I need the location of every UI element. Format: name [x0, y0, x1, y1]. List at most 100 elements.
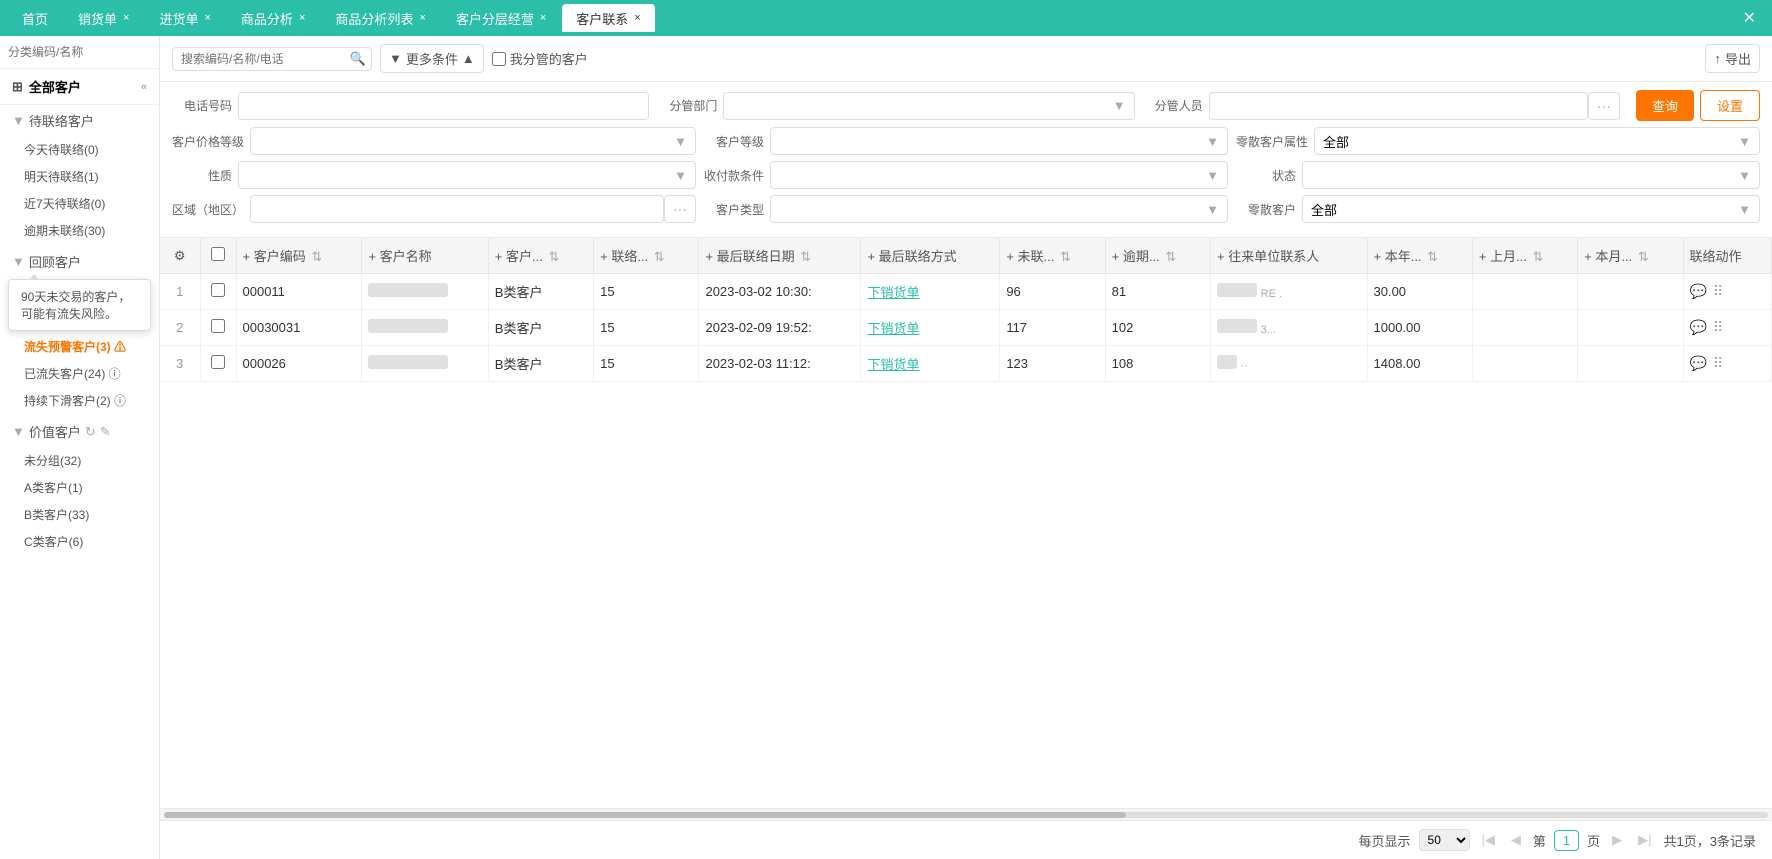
refresh-icon[interactable]: ↻	[85, 424, 96, 440]
tab-purchase[interactable]: 进货单 ×	[145, 4, 224, 32]
sidebar-group-review-title[interactable]: ▼ 回顾客户	[0, 246, 159, 277]
row-2-message-icon[interactable]: 💬	[1690, 319, 1707, 336]
row-1-check[interactable]	[200, 274, 236, 310]
sidebar-all-customers[interactable]: ⊞ 全部客户 «	[0, 69, 159, 105]
settings-button[interactable]: 设置	[1700, 90, 1760, 121]
th-this-year[interactable]: + 本年... ⇅	[1367, 238, 1472, 274]
price-level-select[interactable]: ▼	[250, 127, 696, 155]
scrollbar-thumb[interactable]	[164, 812, 1126, 818]
table-footer: 每页显示 50 100 200 |◀ ◀ 第 1 页 ▶ ▶| 共1页，3条记录	[160, 820, 1772, 859]
th-this-month[interactable]: + 本月... ⇅	[1578, 238, 1683, 274]
prev-page-button[interactable]: ◀	[1507, 830, 1525, 850]
row-3-type: B类客户	[488, 346, 593, 382]
th-settings[interactable]: ⚙	[160, 238, 200, 274]
th-code[interactable]: + 客户编码 ⇅	[236, 238, 362, 274]
row-3-last-way-link[interactable]: 下销货单	[867, 357, 919, 372]
page-label: 第	[1533, 831, 1546, 850]
data-table-container: ⚙ + 客户编码 ⇅ + 客户名称 + 客户... ⇅ + 联络... ⇅ + …	[160, 238, 1772, 808]
price-level-arrow: ▼	[674, 134, 687, 149]
th-name[interactable]: + 客户名称	[362, 238, 488, 274]
sidebar-item-class-a[interactable]: A类客户(1)	[0, 474, 159, 501]
row-1-message-icon[interactable]: 💬	[1690, 283, 1707, 300]
phone-input[interactable]	[238, 92, 649, 120]
filter-more-button[interactable]: ▼ 更多条件 ▲	[380, 44, 484, 73]
tab-home[interactable]: 首页	[8, 4, 62, 32]
region-select[interactable]	[250, 195, 664, 223]
person-select[interactable]	[1209, 92, 1588, 120]
export-button[interactable]: ↑ 导出	[1705, 44, 1760, 73]
sidebar-collapse-icon[interactable]: «	[141, 81, 147, 93]
tab-purchase-close[interactable]: ×	[204, 12, 210, 24]
row-1-checkbox[interactable]	[211, 283, 225, 297]
row-1-more-icon[interactable]: ⠿	[1713, 283, 1723, 300]
tab-analysis-list-close[interactable]: ×	[419, 12, 425, 24]
region-more-button[interactable]: ···	[664, 195, 696, 223]
customer-level-arrow: ▼	[1206, 134, 1219, 149]
row-3-checkbox[interactable]	[211, 355, 225, 369]
my-customer-checkbox[interactable]	[492, 52, 506, 66]
tab-customer-contact-close[interactable]: ×	[634, 12, 640, 24]
sidebar-item-class-b[interactable]: B类客户(33)	[0, 501, 159, 528]
search-input[interactable]	[172, 47, 372, 71]
tab-sales-close[interactable]: ×	[123, 12, 129, 24]
window-close-button[interactable]: ✕	[1735, 8, 1764, 28]
arrow-icon: ▼	[12, 113, 25, 128]
tab-analysis-list[interactable]: 商品分析列表 ×	[321, 4, 439, 32]
sidebar-item-overdue[interactable]: 逾期未联络(30)	[0, 217, 159, 244]
row-3-message-icon[interactable]: 💬	[1690, 355, 1707, 372]
tab-customer-contact[interactable]: 客户联系 ×	[562, 4, 654, 32]
th-last-month[interactable]: + 上月... ⇅	[1472, 238, 1577, 274]
th-last-contact-date[interactable]: + 最后联络日期 ⇅	[699, 238, 861, 274]
search-button[interactable]: 🔍	[350, 51, 366, 67]
th-customer-type[interactable]: + 客户... ⇅	[488, 238, 593, 274]
edit-icon[interactable]: ✎	[100, 424, 111, 440]
customer-level-select[interactable]: ▼	[770, 127, 1228, 155]
payment-select[interactable]: ▼	[770, 161, 1228, 189]
sidebar-item-tomorrow[interactable]: 明天待联络(1)	[0, 163, 159, 190]
next-page-button[interactable]: ▶	[1608, 830, 1626, 850]
tab-customer-tier[interactable]: 客户分层经营 ×	[442, 4, 560, 32]
sidebar-item-declining[interactable]: 持续下滑客户(2) ⓘ	[0, 387, 159, 414]
tab-sales[interactable]: 销货单 ×	[64, 4, 143, 32]
th-unlinked[interactable]: + 未联... ⇅	[1000, 238, 1105, 274]
person-more-button[interactable]: ···	[1588, 92, 1620, 120]
sidebar-group-pending-title[interactable]: ▼ 待联络客户	[0, 105, 159, 136]
sidebar-item-churn-warning[interactable]: 流失预警客户(3) ⚠	[0, 333, 159, 360]
dept-select[interactable]: ▼	[723, 92, 1134, 120]
filter-zero-retail: 零散客户 全部 ▼	[1236, 195, 1760, 223]
horizontal-scrollbar[interactable]	[160, 808, 1772, 820]
th-contact[interactable]: + 联络... ⇅	[594, 238, 699, 274]
sidebar-search-input[interactable]	[8, 45, 160, 59]
th-checkbox[interactable]	[200, 238, 236, 274]
last-page-button[interactable]: ▶|	[1634, 830, 1655, 850]
zero-retail-select[interactable]: 全部 ▼	[1302, 195, 1760, 223]
sidebar-item-churned[interactable]: 已流失客户(24) ⓘ	[0, 360, 159, 387]
sidebar-item-7days[interactable]: 近7天待联络(0)	[0, 190, 159, 217]
th-overdue[interactable]: + 逾期... ⇅	[1105, 238, 1210, 274]
row-3-more-icon[interactable]: ⠿	[1713, 355, 1723, 372]
row-2-more-icon[interactable]: ⠿	[1713, 319, 1723, 336]
th-last-contact-way[interactable]: + 最后联络方式	[861, 238, 1000, 274]
row-2-last-way-link[interactable]: 下销货单	[867, 321, 919, 336]
tab-analysis[interactable]: 商品分析 ×	[227, 4, 319, 32]
row-3-check[interactable]	[200, 346, 236, 382]
sidebar-item-today[interactable]: 今天待联络(0)	[0, 136, 159, 163]
zero-sale-value: 全部	[1323, 132, 1349, 151]
tab-analysis-close[interactable]: ×	[299, 12, 305, 24]
customer-type-select[interactable]: ▼	[770, 195, 1228, 223]
row-2-checkbox[interactable]	[211, 319, 225, 333]
first-page-button[interactable]: |◀	[1478, 830, 1499, 850]
sidebar-item-class-c[interactable]: C类客户(6)	[0, 528, 159, 555]
select-all-checkbox[interactable]	[211, 247, 225, 261]
query-button[interactable]: 查询	[1636, 90, 1694, 121]
row-1-last-way-link[interactable]: 下销货单	[867, 285, 919, 300]
row-2-check[interactable]	[200, 310, 236, 346]
sidebar-item-ungroup[interactable]: 未分组(32)	[0, 447, 159, 474]
zero-sale-select[interactable]: 全部 ▼	[1314, 127, 1760, 155]
tab-customer-tier-close[interactable]: ×	[540, 12, 546, 24]
status-select[interactable]: ▼	[1302, 161, 1760, 189]
sidebar-group-value-title[interactable]: ▼ 价值客户 ↻ ✎	[0, 416, 159, 447]
page-size-select[interactable]: 50 100 200	[1419, 829, 1470, 851]
gender-select[interactable]: ▼	[238, 161, 696, 189]
th-contact-person[interactable]: + 往来单位联系人	[1211, 238, 1368, 274]
